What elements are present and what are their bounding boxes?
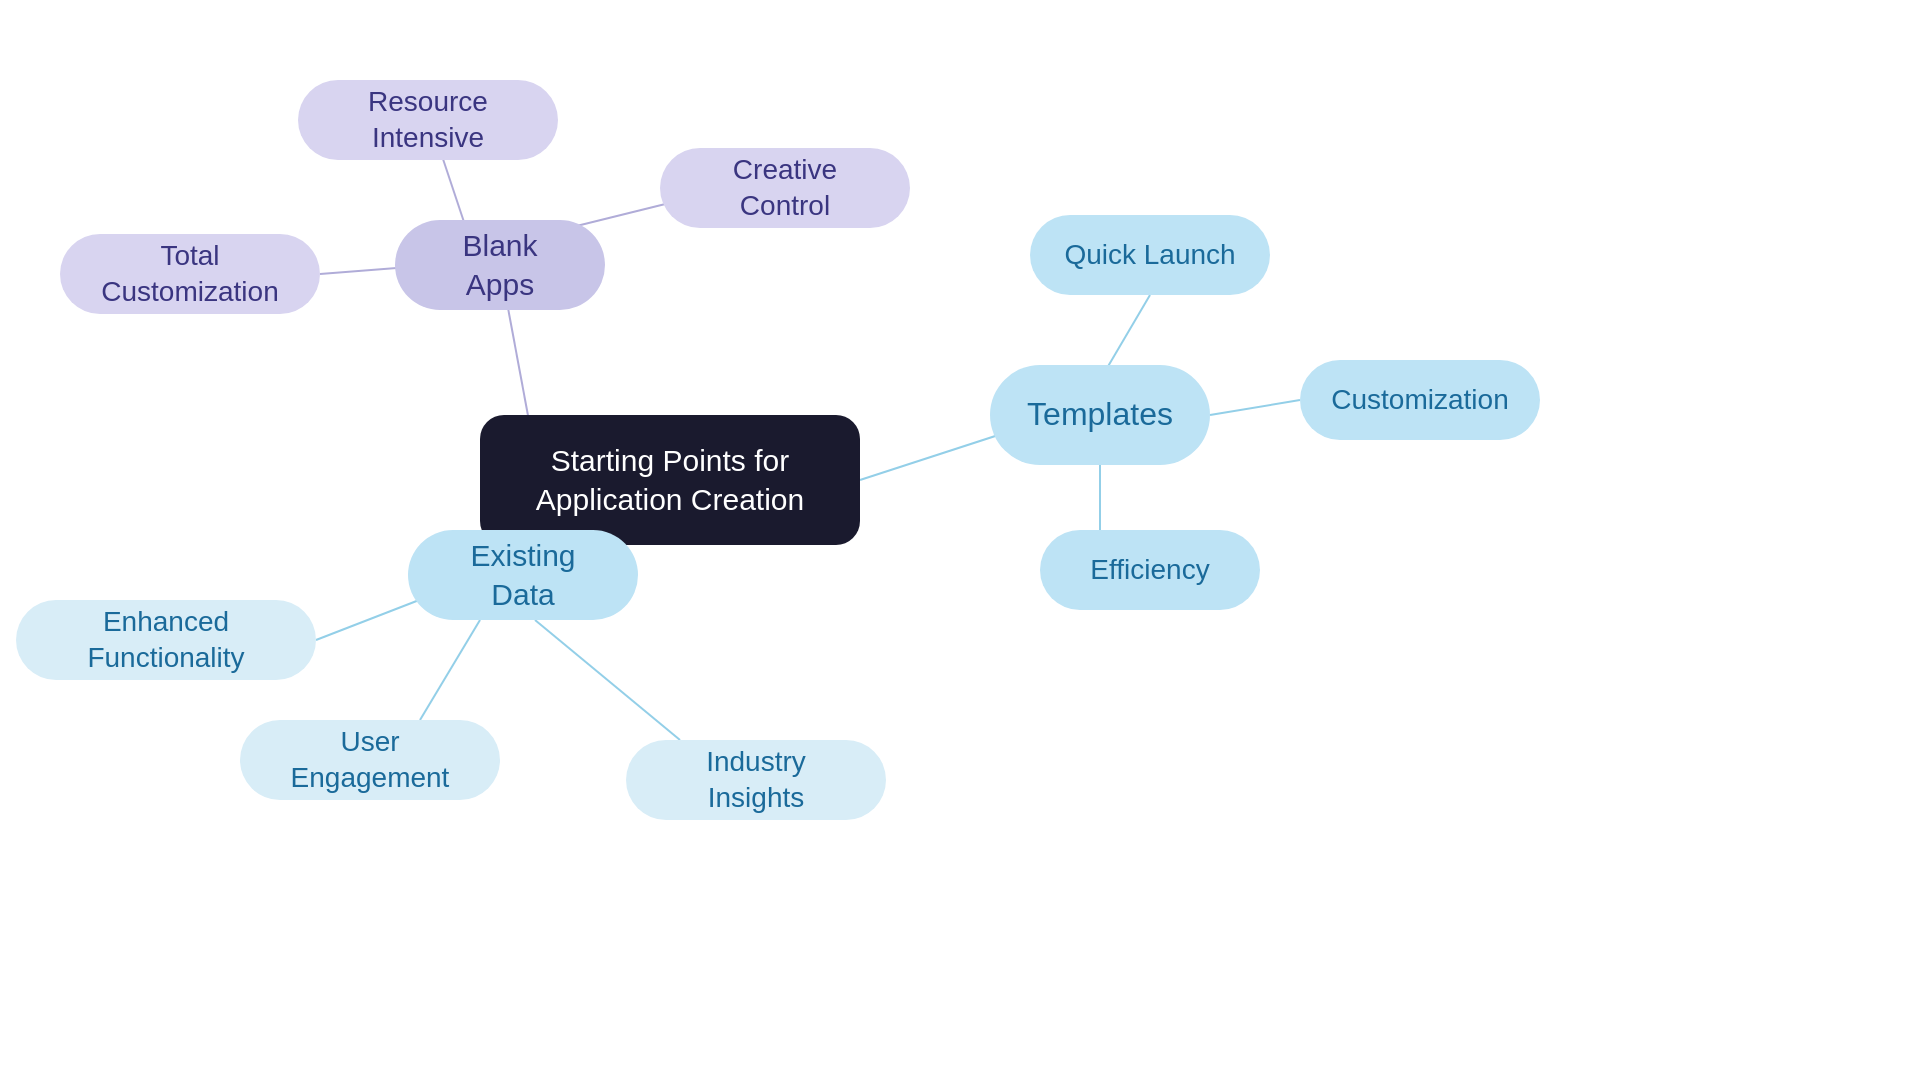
quick-launch-node[interactable]: Quick Launch xyxy=(1030,215,1270,295)
templates-node[interactable]: Templates xyxy=(990,365,1210,465)
central-node[interactable]: Starting Points for Application Creation xyxy=(480,415,860,545)
blank-apps-node[interactable]: Blank Apps xyxy=(395,220,605,310)
user-engagement-node[interactable]: User Engagement xyxy=(240,720,500,800)
efficiency-node[interactable]: Efficiency xyxy=(1040,530,1260,610)
svg-line-10 xyxy=(420,620,480,720)
svg-line-11 xyxy=(535,620,680,740)
customization-node[interactable]: Customization xyxy=(1300,360,1540,440)
industry-insights-node[interactable]: Industry Insights xyxy=(626,740,886,820)
svg-line-6 xyxy=(1210,400,1300,415)
creative-control-node[interactable]: Creative Control xyxy=(660,148,910,228)
connection-lines xyxy=(0,0,1920,1083)
enhanced-functionality-node[interactable]: Enhanced Functionality xyxy=(16,600,316,680)
mind-map: Starting Points for Application Creation… xyxy=(0,0,1920,1083)
resource-intensive-node[interactable]: Resource Intensive xyxy=(298,80,558,160)
existing-data-node[interactable]: Existing Data xyxy=(408,530,638,620)
total-customization-node[interactable]: Total Customization xyxy=(60,234,320,314)
